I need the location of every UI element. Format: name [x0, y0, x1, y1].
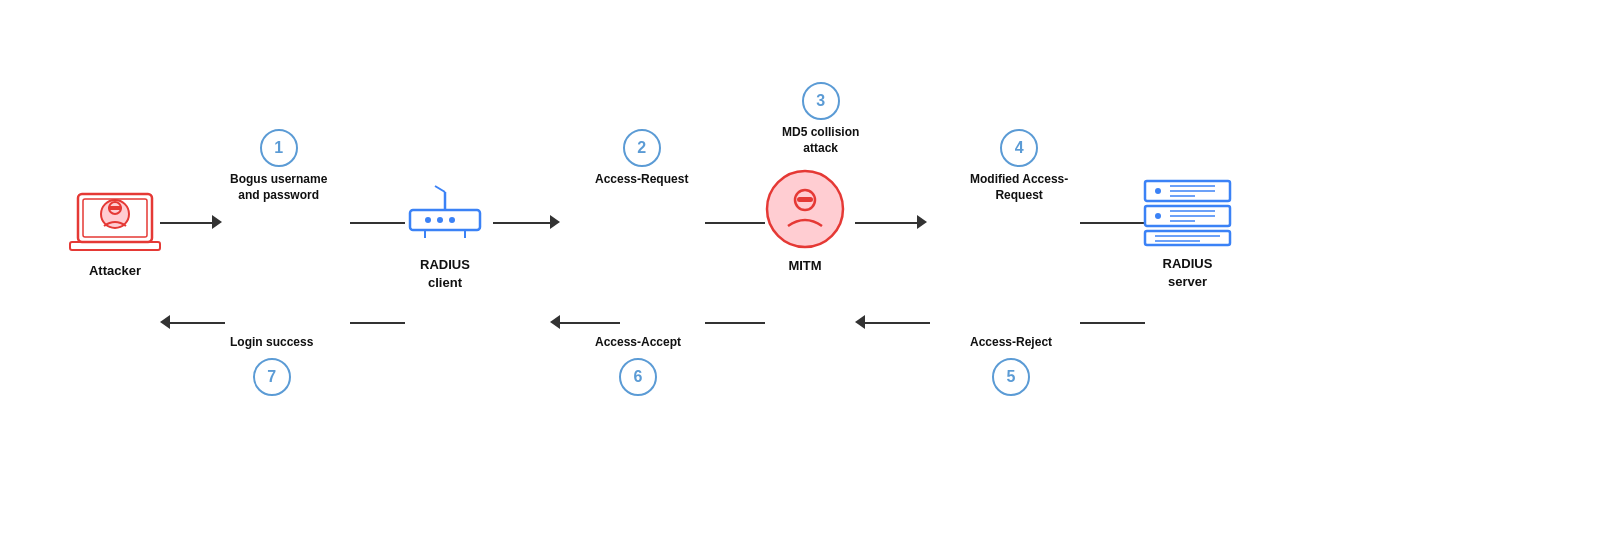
arrow2-line2 — [705, 222, 765, 224]
arrow1-line — [160, 222, 215, 224]
radius-server-icon — [1140, 176, 1235, 251]
svg-point-11 — [449, 217, 455, 223]
mitm-label: MITM — [788, 258, 821, 273]
step6-label: Access-Accept — [595, 334, 681, 351]
arrow5-head — [550, 315, 560, 329]
radius-client-node: RADIUSclient — [400, 182, 490, 292]
arrow2-head — [550, 215, 560, 229]
attacker-icon — [70, 184, 160, 259]
step7-container: Login success 7 — [230, 334, 313, 397]
step7-bubble: 7 — [253, 358, 291, 396]
radius-server-node: RADIUSserver — [1140, 176, 1235, 291]
step6-container: Access-Accept 6 — [595, 334, 681, 397]
step3-label: MD5 collisionattack — [782, 124, 859, 158]
radius-server-label: RADIUSserver — [1163, 255, 1213, 291]
step2-label: Access-Request — [595, 171, 688, 188]
step1-bubble: 1 — [260, 129, 298, 167]
step3-bubble: 3 — [802, 82, 840, 120]
arrow6-line2 — [170, 322, 225, 324]
arrow6-head — [160, 315, 170, 329]
diagram-container: Attacker 1 Bogus usernameand password — [0, 0, 1600, 537]
arrow4-line1 — [1080, 322, 1145, 324]
step5-bubble: 5 — [992, 358, 1030, 396]
step7-label: Login success — [230, 334, 313, 351]
step4-container: 4 Modified Access-Request — [970, 129, 1068, 205]
radius-client-icon — [400, 182, 490, 252]
arrow4-head — [855, 315, 865, 329]
radius-client-label: RADIUSclient — [420, 256, 470, 292]
mitm-node: MITM — [760, 164, 850, 273]
svg-point-23 — [1155, 213, 1161, 219]
arrow2-line1 — [493, 222, 553, 224]
attacker-node: Attacker — [70, 184, 160, 278]
step4-bubble: 4 — [1000, 129, 1038, 167]
arrow5-line2 — [560, 322, 620, 324]
step6-bubble: 6 — [619, 358, 657, 396]
step1-label: Bogus usernameand password — [230, 171, 327, 205]
svg-rect-5 — [108, 206, 122, 210]
arrow3-head — [917, 215, 927, 229]
arrow5-line1 — [705, 322, 765, 324]
svg-point-10 — [437, 217, 443, 223]
step5-label: Access-Reject — [970, 334, 1052, 351]
step5-container: Access-Reject 5 — [970, 334, 1052, 397]
svg-line-8 — [435, 186, 445, 192]
arrow1-head — [212, 215, 222, 229]
svg-rect-16 — [797, 197, 813, 202]
step3-container: 3 MD5 collisionattack — [782, 82, 859, 158]
svg-point-9 — [425, 217, 431, 223]
mitm-icon — [760, 164, 850, 254]
step4-label: Modified Access-Request — [970, 171, 1068, 205]
arrow1-line2 — [350, 222, 405, 224]
arrow4-line2 — [865, 322, 930, 324]
step2-bubble: 2 — [623, 129, 661, 167]
step1-container: 1 Bogus usernameand password — [230, 129, 327, 205]
arrow6-line1 — [350, 322, 405, 324]
attacker-label: Attacker — [89, 263, 141, 278]
arrow3-line1 — [855, 222, 920, 224]
svg-rect-6 — [410, 210, 480, 230]
svg-point-18 — [1155, 188, 1161, 194]
arrow3-line2 — [1080, 222, 1145, 224]
svg-rect-27 — [1145, 231, 1230, 245]
step2-container: 2 Access-Request — [595, 129, 688, 188]
